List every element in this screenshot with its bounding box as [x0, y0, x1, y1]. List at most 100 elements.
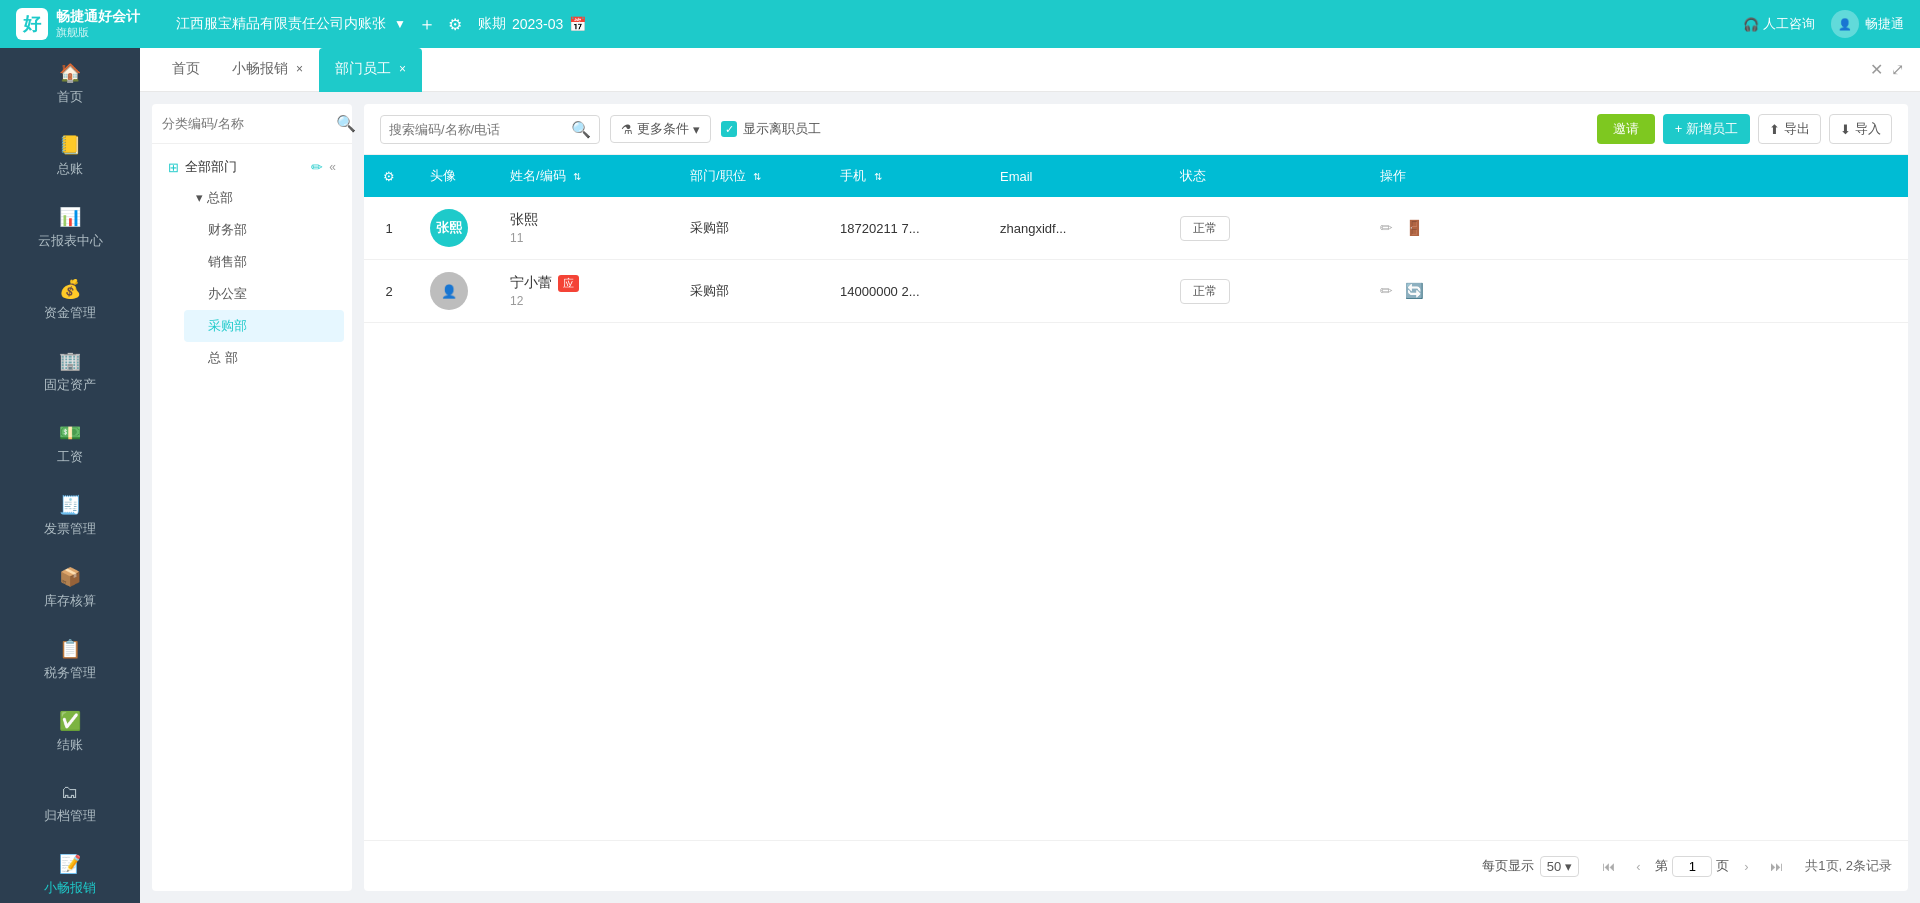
app-sub: 旗舰版	[56, 25, 140, 40]
user-avatar: 👤	[1831, 10, 1859, 38]
sidebar-item-close[interactable]: ✅ 结账	[0, 696, 140, 768]
dept-group-root: ▾ 总部 财务部 销售部 办公室 采购部 总 部	[160, 182, 344, 374]
show-resigned-checkbox[interactable]: ✓	[721, 121, 737, 137]
invite-button[interactable]: 邀请	[1597, 114, 1655, 144]
col-phone[interactable]: 手机 ⇅	[824, 155, 984, 197]
page-size-selector: 每页显示 50 ▾	[1482, 856, 1579, 877]
tabs-bar: 首页 小畅报销 × 部门员工 × ✕ ⤢	[140, 48, 1920, 92]
row2-status-badge: 正常	[1180, 279, 1230, 304]
tab-dept-employee[interactable]: 部门员工 ×	[319, 48, 422, 92]
row2-name-cell: 宁小蕾 应 12	[494, 260, 674, 323]
show-resigned-label: 显示离职员工	[743, 120, 821, 138]
sidebar-item-funds[interactable]: 💰 资金管理	[0, 264, 140, 336]
row2-actions-cell: ✏ 🔄	[1364, 260, 1908, 323]
tab-expense-label: 小畅报销	[232, 60, 288, 78]
pagination: 每页显示 50 ▾ ⏮ ‹ 第 页 › ⏭	[364, 840, 1908, 891]
tab-expense-close[interactable]: ×	[296, 62, 303, 76]
last-page-button[interactable]: ⏭	[1763, 853, 1789, 879]
row2-edit-icon[interactable]: ✏	[1380, 282, 1393, 300]
sidebar-item-salary[interactable]: 💵 工资	[0, 408, 140, 480]
next-page-button[interactable]: ›	[1733, 853, 1759, 879]
row2-code: 12	[510, 294, 658, 308]
import-button[interactable]: ⬇ 导入	[1829, 114, 1892, 144]
import-icon: ⬇	[1840, 122, 1851, 137]
sidebar-item-tax[interactable]: 📋 税务管理	[0, 624, 140, 696]
all-dept-header[interactable]: ⊞ 全部部门 ✏ «	[160, 152, 344, 182]
col-dept[interactable]: 部门/职位 ⇅	[674, 155, 824, 197]
employee-search-icon[interactable]: 🔍	[571, 120, 591, 139]
row2-email	[984, 260, 1164, 323]
dept-node-general[interactable]: 总 部	[184, 342, 344, 374]
close-tab-icon[interactable]: ✕	[1870, 60, 1883, 79]
calendar-icon[interactable]: 📅	[569, 16, 586, 32]
main-layout: 🏠 首页 📒 总账 📊 云报表中心 💰 资金管理 🏢 固定资产 💵 工资 🧾 发…	[0, 48, 1920, 903]
sidebar-item-expense[interactable]: 📝 小畅报销	[0, 839, 140, 903]
sidebar-item-reports[interactable]: 📊 云报表中心	[0, 192, 140, 264]
salary-icon: 💵	[59, 422, 81, 444]
sidebar-label-reports: 云报表中心	[38, 232, 103, 250]
dept-collapse-icon[interactable]: «	[329, 160, 336, 174]
sidebar-item-inventory[interactable]: 📦 库存核算	[0, 552, 140, 624]
dept-node-headquarters[interactable]: ▾ 总部	[172, 182, 344, 214]
tab-dept-close[interactable]: ×	[399, 62, 406, 76]
row1-dept: 采购部	[674, 197, 824, 260]
settings-icon[interactable]: ⚙	[448, 15, 462, 34]
sidebar-item-invoice[interactable]: 🧾 发票管理	[0, 480, 140, 552]
sidebar-item-assets[interactable]: 🏢 固定资产	[0, 336, 140, 408]
page-size-select-box[interactable]: 50 ▾	[1540, 856, 1579, 877]
sidebar-label-tax: 税务管理	[44, 664, 96, 682]
tax-icon: 📋	[59, 638, 81, 660]
service-button[interactable]: 🎧 人工咨询	[1743, 15, 1815, 33]
col-email: Email	[984, 155, 1164, 197]
import-label: 导入	[1855, 120, 1881, 138]
period-label: 账期	[478, 15, 506, 33]
first-page-button[interactable]: ⏮	[1595, 853, 1621, 879]
prev-page-button[interactable]: ‹	[1625, 853, 1651, 879]
employee-panel: 🔍 ⚗ 更多条件 ▾ ✓ 显示离职员工 邀请 + 新增员工	[364, 104, 1908, 891]
export-button[interactable]: ⬆ 导出	[1758, 114, 1821, 144]
row2-refresh-icon[interactable]: 🔄	[1405, 282, 1424, 300]
period-selector[interactable]: 账期 2023-03 📅	[478, 15, 586, 33]
top-header: 好 畅捷通好会计 旗舰版 江西服宝精品有限责任公司内账张 ▼ ＋ ⚙ 账期 20…	[0, 0, 1920, 48]
row1-delete-icon[interactable]: 🚪	[1405, 219, 1424, 237]
filter-button[interactable]: ⚗ 更多条件 ▾	[610, 115, 711, 143]
tab-expense[interactable]: 小畅报销 ×	[216, 48, 319, 92]
app-name: 畅捷通好会计	[56, 8, 140, 25]
tab-home[interactable]: 首页	[156, 48, 216, 92]
add-company-icon[interactable]: ＋	[418, 12, 436, 36]
filter-dropdown-icon: ▾	[693, 122, 700, 137]
col-status: 状态	[1164, 155, 1364, 197]
expand-tab-icon[interactable]: ⤢	[1891, 60, 1904, 79]
sidebar-label-expense: 小畅报销	[44, 879, 96, 897]
dept-node-finance[interactable]: 财务部	[184, 214, 344, 246]
page-number-input[interactable]	[1672, 856, 1712, 877]
content-area: 首页 小畅报销 × 部门员工 × ✕ ⤢ 🔍	[140, 48, 1920, 903]
expense-icon: 📝	[59, 853, 81, 875]
dept-search-input[interactable]	[162, 116, 330, 131]
row1-edit-icon[interactable]: ✏	[1380, 219, 1393, 237]
employee-table: ⚙ 头像 姓名/编码 ⇅ 部门/职位 ⇅ 手机 ⇅ Email 状态 操作	[364, 155, 1908, 840]
company-dropdown-icon[interactable]: ▼	[394, 17, 406, 31]
sidebar-item-home[interactable]: 🏠 首页	[0, 48, 140, 120]
page-suffix: 页	[1716, 857, 1729, 875]
dept-search-icon[interactable]: 🔍	[336, 114, 356, 133]
inventory-icon: 📦	[59, 566, 81, 588]
dept-node-sales[interactable]: 销售部	[184, 246, 344, 278]
table-row: 2 👤 宁小蕾 应	[364, 260, 1908, 323]
dept-node-purchasing[interactable]: 采购部	[184, 310, 344, 342]
page-size-label: 每页显示	[1482, 857, 1534, 875]
table-row: 1 张熙 张熙 11 采购部	[364, 197, 1908, 260]
user-menu[interactable]: 👤 畅捷通	[1831, 10, 1904, 38]
dept-edit-icon[interactable]: ✏	[311, 159, 323, 175]
add-employee-button[interactable]: + 新增员工	[1663, 114, 1750, 144]
dept-node-office[interactable]: 办公室	[184, 278, 344, 310]
service-label: 人工咨询	[1763, 15, 1815, 33]
employee-search-input[interactable]	[389, 122, 565, 137]
col-settings[interactable]: ⚙	[364, 155, 414, 197]
sidebar-item-archive[interactable]: 🗂 归档管理	[0, 768, 140, 839]
company-selector[interactable]: 江西服宝精品有限责任公司内账张 ▼	[176, 15, 406, 33]
row2-status-cell: 正常	[1164, 260, 1364, 323]
col-name[interactable]: 姓名/编码 ⇅	[494, 155, 674, 197]
sidebar-item-ledger[interactable]: 📒 总账	[0, 120, 140, 192]
show-resigned-toggle[interactable]: ✓ 显示离职员工	[721, 120, 821, 138]
